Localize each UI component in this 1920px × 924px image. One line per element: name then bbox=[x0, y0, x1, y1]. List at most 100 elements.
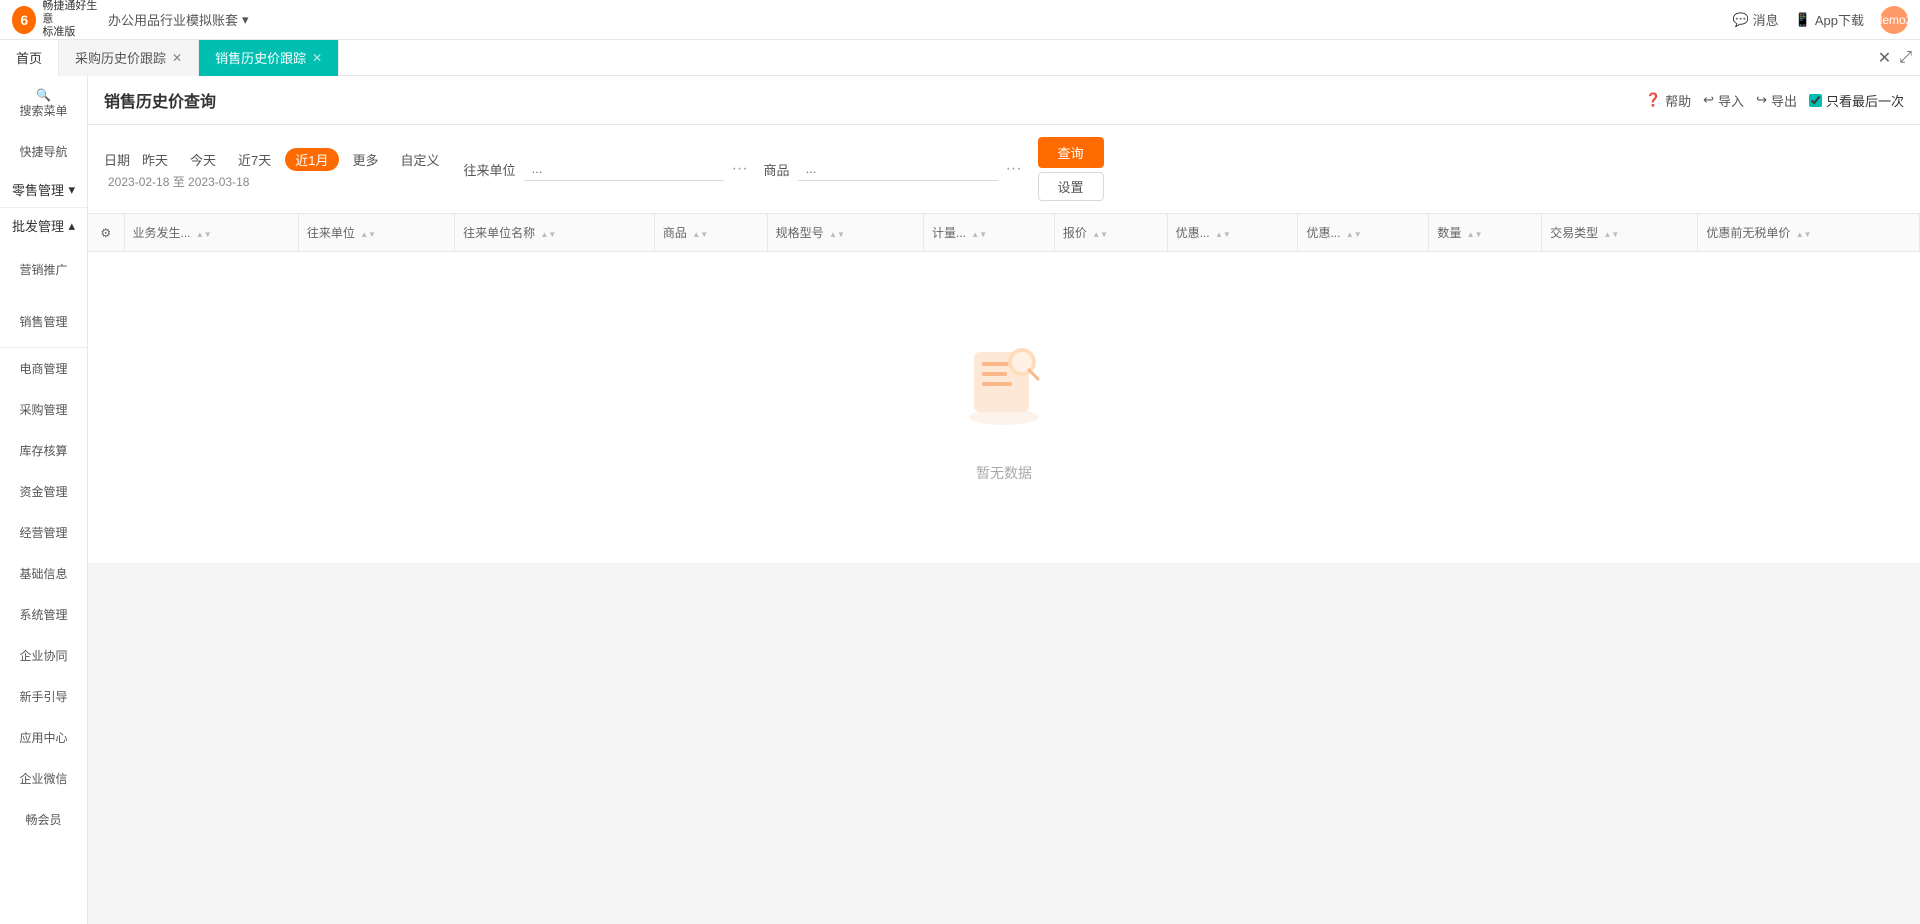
maximize-button[interactable]: ⤢ bbox=[1899, 49, 1912, 67]
page-container: 销售历史价查询 ❓ 帮助 ↩ 导入 ↪ 导出 bbox=[88, 76, 1920, 563]
sidebar-item-app-center[interactable]: 应用中心 bbox=[0, 717, 87, 758]
date-custom[interactable]: 自定义 bbox=[393, 148, 448, 171]
column-quote[interactable]: 报价 ▲▼ bbox=[1054, 214, 1167, 252]
date-more[interactable]: 更多 bbox=[345, 148, 387, 171]
only-last-input[interactable] bbox=[1809, 94, 1822, 107]
export-button[interactable]: ↪ 导出 bbox=[1756, 91, 1797, 110]
sort-icon: ▲▼ bbox=[1796, 230, 1812, 239]
filter-bar: 日期 昨天 今天 近7天 近1月 更多 自定义 2023-02-18 至 202… bbox=[88, 125, 1920, 214]
table-header-row: ⚙ 业务发生... ▲▼ 往来单位 ▲▼ 往来单位名称 bbox=[88, 214, 1920, 252]
date-options: 昨天 今天 近7天 近1月 更多 自定义 bbox=[134, 148, 448, 171]
sidebar-item-vip[interactable]: 畅会员 bbox=[0, 799, 87, 840]
counterparty-input[interactable] bbox=[524, 157, 724, 181]
sidebar-item-guide[interactable]: 新手引导 bbox=[0, 676, 87, 717]
close-purchase-tab-icon[interactable]: ✕ bbox=[172, 51, 182, 65]
counterparty-dots[interactable]: ··· bbox=[732, 160, 748, 178]
sidebar-item-ecommerce[interactable]: 电商管理 bbox=[0, 348, 87, 389]
avatar[interactable]: demo2 bbox=[1880, 6, 1908, 34]
sidebar-item-sales-mgr[interactable]: 销售管理 bbox=[0, 295, 87, 347]
filter-actions: 查询 设置 bbox=[1038, 137, 1104, 201]
column-spec[interactable]: 规格型号 ▲▼ bbox=[767, 214, 923, 252]
sort-icon: ▲▼ bbox=[692, 230, 708, 239]
import-icon: ↩ bbox=[1703, 92, 1714, 108]
header-right: 💬 消息 📱 App下载 demo2 bbox=[1732, 6, 1908, 34]
column-quantity[interactable]: 数量 ▲▼ bbox=[1429, 214, 1542, 252]
date-today[interactable]: 今天 bbox=[182, 148, 224, 171]
column-counterparty-name[interactable]: 往来单位名称 ▲▼ bbox=[455, 214, 655, 252]
column-discount1[interactable]: 优惠... ▲▼ bbox=[1167, 214, 1298, 252]
sidebar-item-marketing[interactable]: 营销推广 bbox=[0, 243, 87, 295]
app-icon: 📱 bbox=[1795, 12, 1811, 28]
sidebar-item-enterprise[interactable]: 企业协同 bbox=[0, 635, 87, 676]
empty-text: 暂无数据 bbox=[976, 463, 1032, 483]
workspace-selector[interactable]: 办公用品行业模拟账套 ▾ bbox=[100, 6, 257, 34]
column-discount2[interactable]: 优惠... ▲▼ bbox=[1298, 214, 1429, 252]
filter-row: 日期 昨天 今天 近7天 近1月 更多 自定义 2023-02-18 至 202… bbox=[104, 137, 1904, 201]
date-1month[interactable]: 近1月 bbox=[285, 148, 338, 171]
sort-icon: ▲▼ bbox=[1346, 230, 1362, 239]
wholesale-sub-items: 营销推广 销售管理 bbox=[0, 243, 87, 347]
column-trade-type[interactable]: 交易类型 ▲▼ bbox=[1542, 214, 1698, 252]
tab-purchase[interactable]: 采购历史价跟踪 ✕ bbox=[59, 40, 199, 76]
help-icon: ❓ bbox=[1645, 92, 1661, 108]
date-filter-group: 日期 昨天 今天 近7天 近1月 更多 自定义 2023-02-18 至 202… bbox=[104, 148, 448, 190]
sidebar-item-operations[interactable]: 经营管理 bbox=[0, 512, 87, 553]
goods-filter: 商品 ··· bbox=[764, 157, 1022, 181]
sidebar-item-wechat[interactable]: 企业微信 bbox=[0, 758, 87, 799]
help-button[interactable]: ❓ 帮助 bbox=[1645, 91, 1691, 110]
data-table: ⚙ 业务发生... ▲▼ 往来单位 ▲▼ 往来单位名称 bbox=[88, 214, 1920, 252]
column-goods[interactable]: 商品 ▲▼ bbox=[654, 214, 767, 252]
sidebar-item-finance[interactable]: 资金管理 bbox=[0, 471, 87, 512]
sidebar-item-inventory[interactable]: 库存核算 bbox=[0, 430, 87, 471]
tab-actions: ✕ ⤢ bbox=[1878, 48, 1920, 68]
empty-illustration bbox=[954, 332, 1054, 432]
settings-icon: ⚙ bbox=[100, 226, 111, 240]
sidebar-item-wholesale[interactable]: 批发管理 ▴ bbox=[0, 208, 87, 243]
date-range: 2023-02-18 至 2023-03-18 bbox=[108, 173, 448, 190]
top-header: 6 畅捷通好生意 标准版 办公用品行业模拟账套 ▾ 💬 消息 📱 App下载 d… bbox=[0, 0, 1920, 40]
column-pre-tax-price[interactable]: 优惠前无税单价 ▲▼ bbox=[1698, 214, 1920, 252]
content-area: 销售历史价查询 ❓ 帮助 ↩ 导入 ↪ 导出 bbox=[88, 76, 1920, 924]
search-icon: 🔍 bbox=[36, 88, 51, 102]
query-button[interactable]: 查询 bbox=[1038, 137, 1104, 168]
settings-button[interactable]: 设置 bbox=[1038, 172, 1104, 201]
tab-home[interactable]: 首页 bbox=[0, 40, 59, 76]
goods-input[interactable] bbox=[798, 157, 998, 181]
sidebar-item-basic[interactable]: 基础信息 bbox=[0, 553, 87, 594]
column-settings[interactable]: ⚙ bbox=[88, 214, 124, 252]
column-biz-date[interactable]: 业务发生... ▲▼ bbox=[124, 214, 298, 252]
goods-dots[interactable]: ··· bbox=[1006, 160, 1022, 178]
date-yesterday[interactable]: 昨天 bbox=[134, 148, 176, 171]
empty-state: 暂无数据 bbox=[88, 252, 1920, 563]
app-download-button[interactable]: 📱 App下载 bbox=[1795, 10, 1864, 29]
sidebar-item-retail[interactable]: 零售管理 ▾ bbox=[0, 172, 87, 207]
column-counterparty[interactable]: 往来单位 ▲▼ bbox=[298, 214, 454, 252]
tab-sales[interactable]: 销售历史价跟踪 ✕ bbox=[199, 40, 339, 76]
sort-icon: ▲▼ bbox=[541, 230, 557, 239]
counterparty-label: 往来单位 bbox=[464, 160, 516, 179]
page-title: 销售历史价查询 bbox=[104, 88, 216, 112]
sort-icon: ▲▼ bbox=[360, 230, 376, 239]
message-icon: 💬 bbox=[1732, 12, 1748, 28]
logo-icon: 6 bbox=[12, 6, 36, 34]
column-unit[interactable]: 计量... ▲▼ bbox=[923, 214, 1054, 252]
only-last-checkbox[interactable]: 只看最后一次 bbox=[1809, 91, 1904, 110]
main-layout: 🔍 搜索菜单 快捷导航 零售管理 ▾ 批发管理 ▴ 营销推广 bbox=[0, 76, 1920, 924]
sort-icon: ▲▼ bbox=[196, 230, 212, 239]
logo-text: 畅捷通好生意 标准版 bbox=[42, 0, 100, 39]
message-button[interactable]: 💬 消息 bbox=[1732, 10, 1778, 29]
sidebar-search[interactable]: 🔍 搜索菜单 bbox=[0, 76, 87, 131]
close-sales-tab-icon[interactable]: ✕ bbox=[312, 51, 322, 65]
date-7days[interactable]: 近7天 bbox=[230, 148, 279, 171]
empty-icon bbox=[954, 332, 1054, 451]
sidebar-quick-nav[interactable]: 快捷导航 bbox=[0, 131, 87, 172]
close-all-tabs-button[interactable]: ✕ bbox=[1878, 48, 1891, 68]
sort-icon: ▲▼ bbox=[971, 230, 987, 239]
sidebar-item-purchase-mgr[interactable]: 采购管理 bbox=[0, 389, 87, 430]
import-button[interactable]: ↩ 导入 bbox=[1703, 91, 1744, 110]
sort-icon: ▲▼ bbox=[829, 230, 845, 239]
sidebar: 🔍 搜索菜单 快捷导航 零售管理 ▾ 批发管理 ▴ 营销推广 bbox=[0, 76, 88, 924]
sidebar-item-system[interactable]: 系统管理 bbox=[0, 594, 87, 635]
chevron-up-icon: ▴ bbox=[68, 218, 75, 234]
counterparty-filter: 往来单位 ··· bbox=[464, 157, 748, 181]
